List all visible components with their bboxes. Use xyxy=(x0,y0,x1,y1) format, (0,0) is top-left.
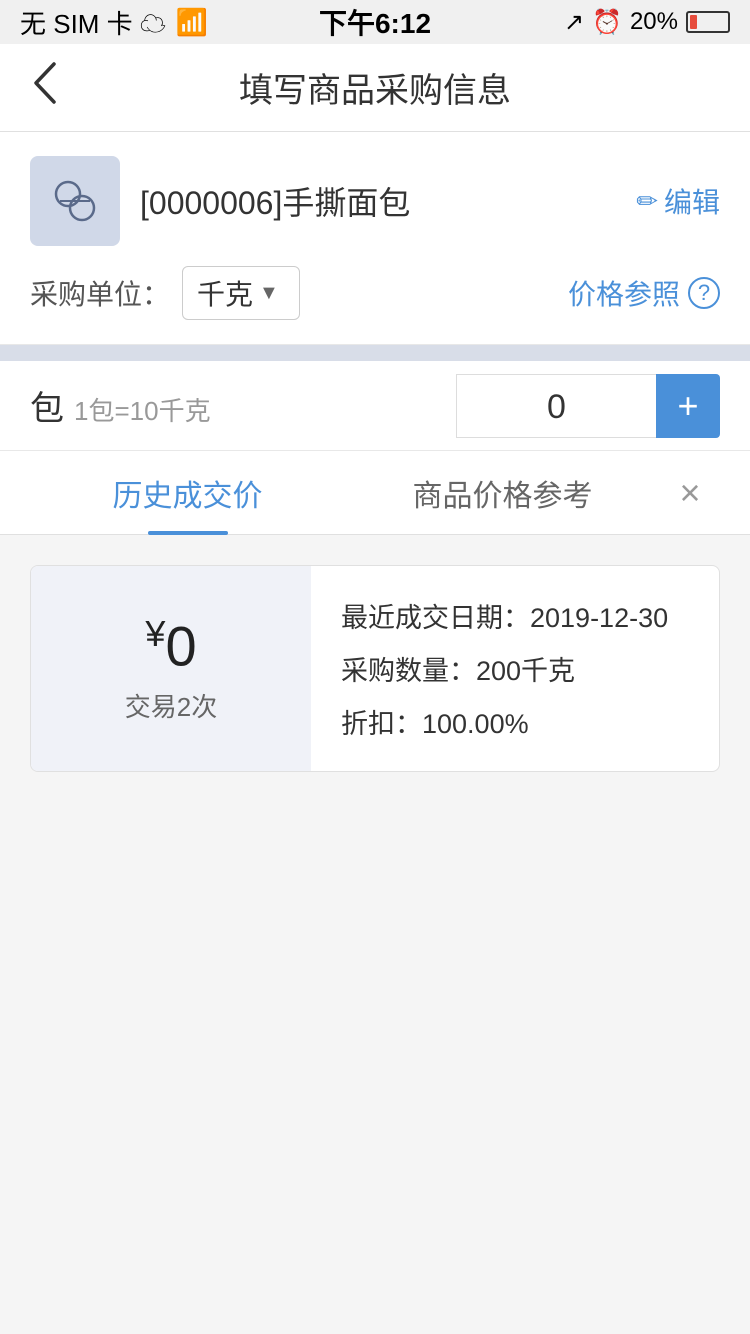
tab-active-indicator xyxy=(148,531,228,535)
edit-button[interactable]: ✏ 编辑 xyxy=(636,181,720,221)
tab-history-price[interactable]: 历史成交价 xyxy=(30,451,345,535)
tab-bar: 历史成交价 商品价格参考 × xyxy=(0,451,750,535)
tab-close-button[interactable]: × xyxy=(660,463,720,523)
page-title: 填写商品采购信息 xyxy=(239,63,511,112)
quantity-label-section: 包 1包=10千克 xyxy=(30,381,211,430)
quantity-conversion: 1包=10千克 xyxy=(74,391,211,428)
product-name: [0000006]手撕面包 xyxy=(140,178,410,224)
status-time: 下午6:12 xyxy=(319,2,431,42)
quantity-plus-button[interactable]: + xyxy=(656,374,720,438)
tab-history-label: 历史成交价 xyxy=(113,471,263,515)
unit-section: 采购单位： 千克 ▼ xyxy=(30,266,300,320)
status-bar: 无 SIM 卡 ☁ 📶 下午6:12 ↗ ⏰ 20% xyxy=(0,0,750,44)
status-left: 无 SIM 卡 ☁ 📶 xyxy=(20,4,208,41)
history-trades-count: 交易2次 xyxy=(125,687,217,724)
discount-label: 折扣： xyxy=(341,709,422,739)
sim-status: 无 SIM 卡 ☁ xyxy=(20,4,166,41)
tab-product-price-ref[interactable]: 商品价格参考 xyxy=(345,451,660,535)
header: 填写商品采购信息 xyxy=(0,44,750,132)
recent-date-line: 最近成交日期：2019-12-30 xyxy=(341,596,689,635)
unit-dropdown[interactable]: 千克 ▼ xyxy=(182,266,300,320)
battery-percent: 20% xyxy=(630,8,678,36)
product-thumbnail xyxy=(30,156,120,246)
history-content: ¥0 交易2次 最近成交日期：2019-12-30 采购数量：200千克 折扣：… xyxy=(0,535,750,935)
product-top-row: [0000006]手撕面包 ✏ 编辑 xyxy=(30,156,720,246)
history-price-section: ¥0 交易2次 xyxy=(31,566,311,771)
recent-date-value: 2019-12-30 xyxy=(530,603,668,633)
price-reference-button[interactable]: 价格参照 ? xyxy=(568,273,720,313)
yen-symbol: ¥ xyxy=(145,613,165,654)
help-icon: ? xyxy=(688,277,720,309)
product-card: [0000006]手撕面包 ✏ 编辑 采购单位： 千克 ▼ 价格参照 ? xyxy=(0,132,750,345)
quantity-input-section: 0 + xyxy=(456,374,720,438)
edit-label: 编辑 xyxy=(664,181,720,221)
discount-value: 100.00% xyxy=(422,709,529,739)
purchase-qty-line: 采购数量：200千克 xyxy=(341,649,689,688)
location-icon: ↗ xyxy=(564,8,584,37)
back-button[interactable] xyxy=(20,50,68,125)
quantity-row: 包 1包=10千克 0 + xyxy=(0,361,750,451)
unit-value: 千克 xyxy=(197,273,253,313)
history-details-section: 最近成交日期：2019-12-30 采购数量：200千克 折扣：100.00% xyxy=(311,566,719,771)
product-left: [0000006]手撕面包 xyxy=(30,156,410,246)
price-ref-label: 价格参照 xyxy=(568,273,680,313)
battery-icon xyxy=(686,11,730,33)
unit-label: 采购单位： xyxy=(30,273,170,313)
quantity-unit: 包 xyxy=(30,381,64,430)
status-right: ↗ ⏰ 20% xyxy=(564,8,730,37)
price-number: 0 xyxy=(165,615,196,678)
wifi-icon: 📶 xyxy=(176,7,208,38)
history-price-value: ¥0 xyxy=(145,613,196,679)
alarm-icon: ⏰ xyxy=(592,8,622,37)
history-card: ¥0 交易2次 最近成交日期：2019-12-30 采购数量：200千克 折扣：… xyxy=(30,565,720,772)
section-divider xyxy=(0,345,750,361)
edit-icon: ✏ xyxy=(636,186,658,217)
recent-date-label: 最近成交日期： xyxy=(341,603,530,633)
purchase-qty-value: 200千克 xyxy=(476,656,575,686)
dropdown-arrow-icon: ▼ xyxy=(259,282,279,305)
quantity-input[interactable]: 0 xyxy=(456,374,656,438)
product-bottom-row: 采购单位： 千克 ▼ 价格参照 ? xyxy=(30,266,720,320)
purchase-qty-label: 采购数量： xyxy=(341,656,476,686)
discount-line: 折扣：100.00% xyxy=(341,702,689,741)
tab-price-ref-label: 商品价格参考 xyxy=(413,471,593,515)
